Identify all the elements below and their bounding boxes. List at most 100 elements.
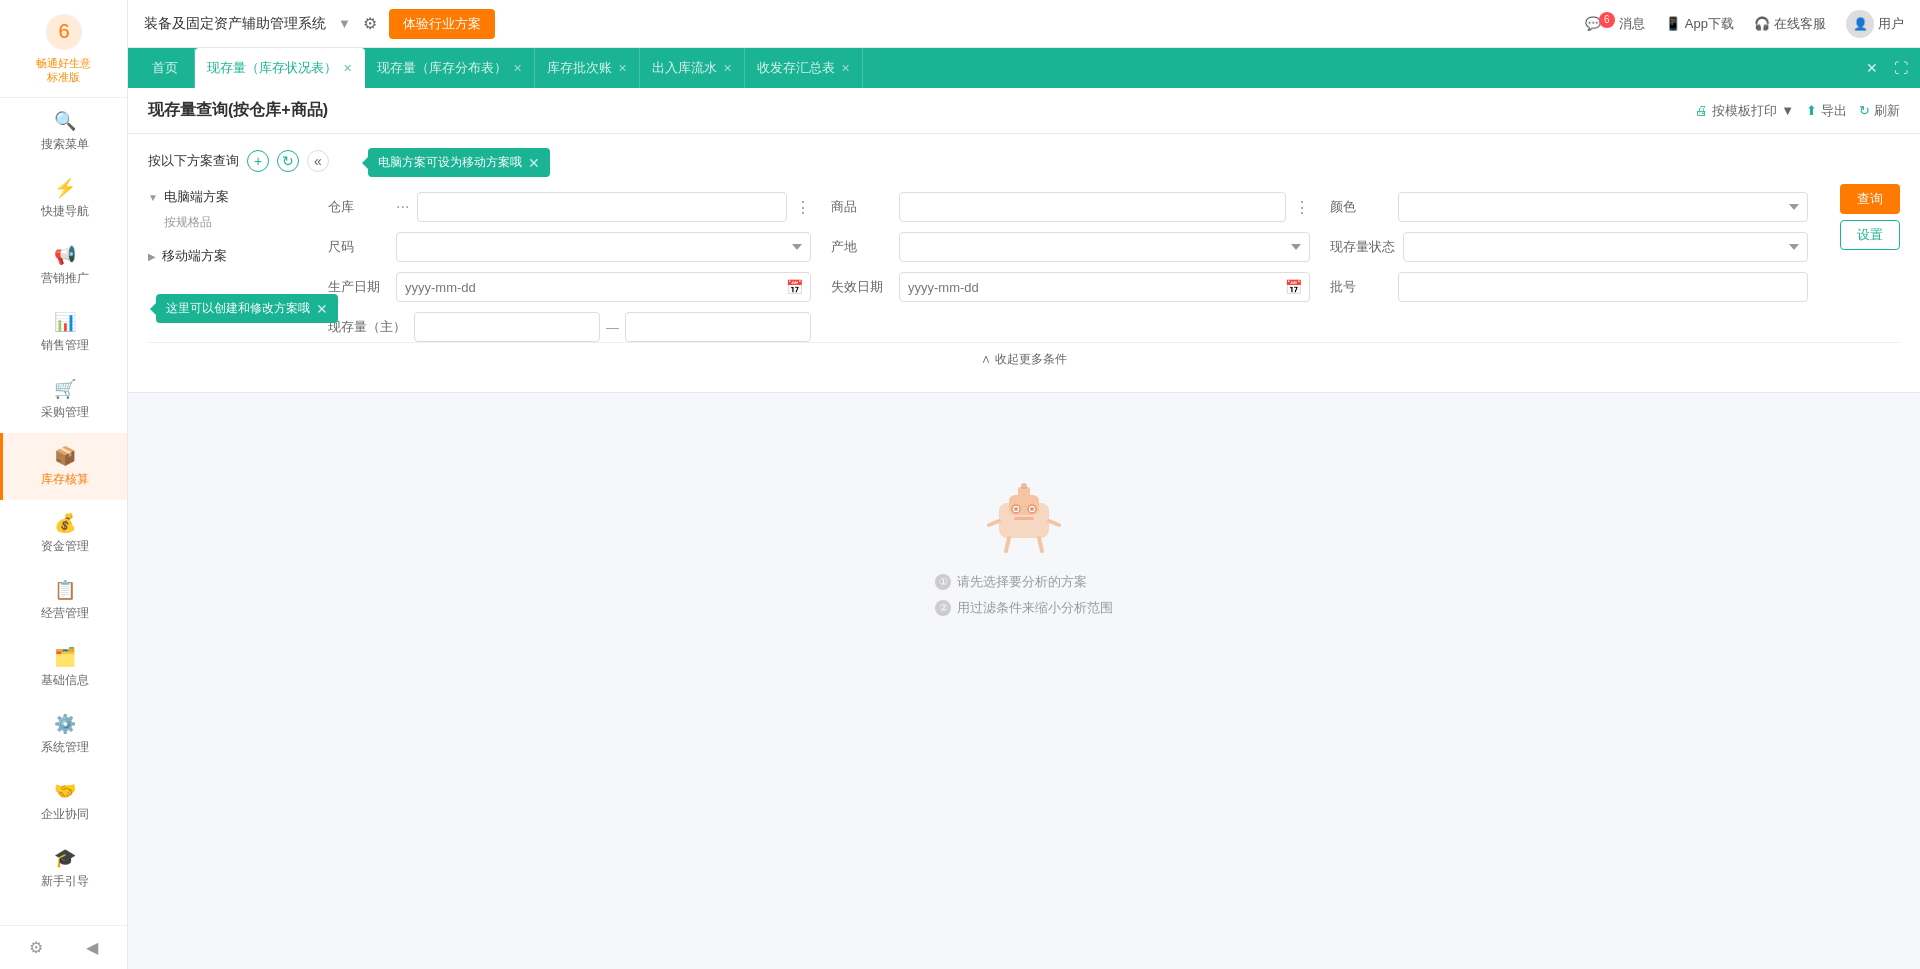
filter-size-row: 尺码 <box>328 232 811 262</box>
sidebar-item-sales[interactable]: 📊 销售管理 <box>0 299 127 366</box>
scheme-computer-item[interactable]: ▼ 电脑端方案 <box>148 184 308 210</box>
settings-icon[interactable]: ⚙ <box>29 938 43 957</box>
goods-input[interactable] <box>899 192 1286 222</box>
size-select[interactable] <box>396 232 811 262</box>
filter-label: 按以下方案查询 <box>148 152 239 170</box>
filter-inventory-main-row: 现存量（主） — <box>328 312 811 342</box>
tab-receipt-summary[interactable]: 收发存汇总表 ✕ <box>745 48 863 88</box>
scheme-mobile-item[interactable]: ▶ 移动端方案 <box>148 243 308 269</box>
add-scheme-button[interactable]: + <box>247 150 269 172</box>
collapse-sidebar-icon[interactable]: ◀ <box>86 938 98 957</box>
batch-input[interactable] <box>1398 272 1809 302</box>
sidebar-item-marketing[interactable]: 📢 营销推广 <box>0 232 127 299</box>
production-date-calendar-icon[interactable]: 📅 <box>786 279 803 295</box>
scheme-tree-panel: ▼ 电脑端方案 按规格品 ▶ 移动端方案 <box>148 184 308 342</box>
online-service-action[interactable]: 🎧 在线客服 <box>1754 15 1826 33</box>
online-service-label: 在线客服 <box>1774 15 1826 33</box>
expiry-date-input[interactable] <box>899 272 1310 302</box>
inventory-status-select[interactable] <box>1403 232 1809 262</box>
tab-maximize-icon[interactable]: ⛶ <box>1890 56 1912 80</box>
app-logo-icon: 6 <box>44 12 84 52</box>
filter-header: 按以下方案查询 + ↻ « 电脑方案可设为移动方案哦 ✕ <box>148 150 1900 172</box>
sidebar-item-operations[interactable]: 📋 经营管理 <box>0 567 127 634</box>
print-button[interactable]: 🖨 按模板打印 ▼ <box>1695 102 1794 120</box>
tab-close-all-icon[interactable]: ✕ <box>1862 56 1882 80</box>
edit-tooltip-close[interactable]: ✕ <box>316 301 328 317</box>
tab-home[interactable]: 首页 <box>136 48 195 88</box>
search-nav-icon: 🔍 <box>54 110 76 132</box>
empty-tip-2: ② 用过滤条件来缩小分析范围 <box>935 595 1113 621</box>
origin-select[interactable] <box>899 232 1310 262</box>
refresh-button[interactable]: ↻ 刷新 <box>1859 102 1900 120</box>
warehouse-input[interactable] <box>417 192 787 222</box>
color-select[interactable] <box>1398 192 1809 222</box>
scheme-mobile-tree: ▶ 移动端方案 <box>148 243 308 269</box>
purchase-icon: 🛒 <box>54 378 76 400</box>
svg-text:6: 6 <box>58 20 69 42</box>
tab-inventory-dist-close[interactable]: ✕ <box>513 62 522 75</box>
back-scheme-button[interactable]: « <box>307 150 329 172</box>
scheme-computer-arrow: ▼ <box>148 192 158 203</box>
tab-receipt-summary-label: 收发存汇总表 <box>757 59 835 77</box>
action-buttons: 查询 设置 <box>1840 184 1900 342</box>
tab-receipt-summary-close[interactable]: ✕ <box>841 62 850 75</box>
home-tab-label: 首页 <box>152 59 178 77</box>
scheme-sub-item-1[interactable]: 按规格品 <box>164 210 308 235</box>
user-action[interactable]: 👤 用户 <box>1846 10 1904 38</box>
search-button[interactable]: 查询 <box>1840 184 1900 214</box>
tab-batch-account[interactable]: 库存批次账 ✕ <box>535 48 640 88</box>
tab-inventory-dist[interactable]: 现存量（库存分布表） ✕ <box>365 48 535 88</box>
sidebar-item-purchase[interactable]: 🛒 采购管理 <box>0 366 127 433</box>
sidebar-item-cooperation[interactable]: 🤝 企业协同 <box>0 768 127 835</box>
refresh-scheme-button[interactable]: ↻ <box>277 150 299 172</box>
reset-button[interactable]: 设置 <box>1840 220 1900 250</box>
origin-label: 产地 <box>831 238 891 256</box>
trial-button[interactable]: 体验行业方案 <box>389 9 495 39</box>
tab-in-out-flow[interactable]: 出入库流水 ✕ <box>640 48 745 88</box>
system-dropdown-icon[interactable]: ▼ <box>338 16 351 31</box>
collapse-bar[interactable]: ∧ 收起更多条件 <box>148 342 1900 376</box>
sidebar-item-inventory[interactable]: 📦 库存核算 <box>0 433 127 500</box>
warehouse-dots: ··· <box>396 198 409 216</box>
production-date-input[interactable] <box>396 272 811 302</box>
system-name: 装备及固定资产辅助管理系统 <box>144 15 326 33</box>
app-download-action[interactable]: 📱 App下载 <box>1665 15 1734 33</box>
tab-inventory-status-close[interactable]: ✕ <box>343 62 352 75</box>
svg-line-9 <box>989 521 999 525</box>
sidebar-bottom: ⚙ ◀ <box>0 925 127 969</box>
inventory-max-input[interactable] <box>625 312 811 342</box>
tab-bar: 首页 现存量（库存状况表） ✕ 现存量（库存分布表） ✕ 库存批次账 ✕ 出入库… <box>128 48 1920 88</box>
top-header: 装备及固定资产辅助管理系统 ▼ ⚙ 体验行业方案 💬 6 消息 📱 App下载 … <box>128 0 1920 48</box>
svg-point-7 <box>1030 507 1034 511</box>
sidebar-item-basic[interactable]: 🗂️ 基础信息 <box>0 634 127 701</box>
finance-icon: 💰 <box>54 512 76 534</box>
logo-area: 6 畅通好生意 标准版 <box>0 0 127 98</box>
svg-rect-8 <box>1014 517 1034 520</box>
guide-icon: 🎓 <box>54 847 76 869</box>
export-button[interactable]: ⬆ 导出 <box>1806 102 1847 120</box>
tab-batch-account-close[interactable]: ✕ <box>618 62 627 75</box>
empty-state-icon <box>984 473 1064 553</box>
tab-in-out-flow-close[interactable]: ✕ <box>723 62 732 75</box>
app-download-label: App下载 <box>1685 15 1734 33</box>
sidebar-item-finance[interactable]: 💰 资金管理 <box>0 500 127 567</box>
scheme-tooltip-close[interactable]: ✕ <box>528 155 540 171</box>
sidebar-item-guide[interactable]: 🎓 新手引导 <box>0 835 127 902</box>
messages-action[interactable]: 💬 6 消息 <box>1585 15 1645 33</box>
sidebar-item-search[interactable]: 🔍 搜索菜单 <box>0 98 127 165</box>
svg-point-6 <box>1014 507 1018 511</box>
sidebar-item-quick-nav[interactable]: ⚡ 快捷导航 <box>0 165 127 232</box>
size-label: 尺码 <box>328 238 388 256</box>
inventory-status-label: 现存量状态 <box>1330 238 1395 256</box>
inventory-min-input[interactable] <box>414 312 600 342</box>
svg-point-14 <box>1021 483 1027 489</box>
filter-expiry-date-row: 失效日期 📅 <box>831 272 1310 302</box>
scheme-mobile-label: 移动端方案 <box>162 247 227 265</box>
inventory-icon: 📦 <box>54 445 76 467</box>
expiry-date-calendar-icon[interactable]: 📅 <box>1285 279 1302 295</box>
header-settings-icon[interactable]: ⚙ <box>363 14 377 33</box>
export-icon: ⬆ <box>1806 103 1817 118</box>
sidebar-item-system[interactable]: ⚙️ 系统管理 <box>0 701 127 768</box>
basic-icon: 🗂️ <box>54 646 76 668</box>
tab-inventory-status[interactable]: 现存量（库存状况表） ✕ <box>195 48 365 88</box>
